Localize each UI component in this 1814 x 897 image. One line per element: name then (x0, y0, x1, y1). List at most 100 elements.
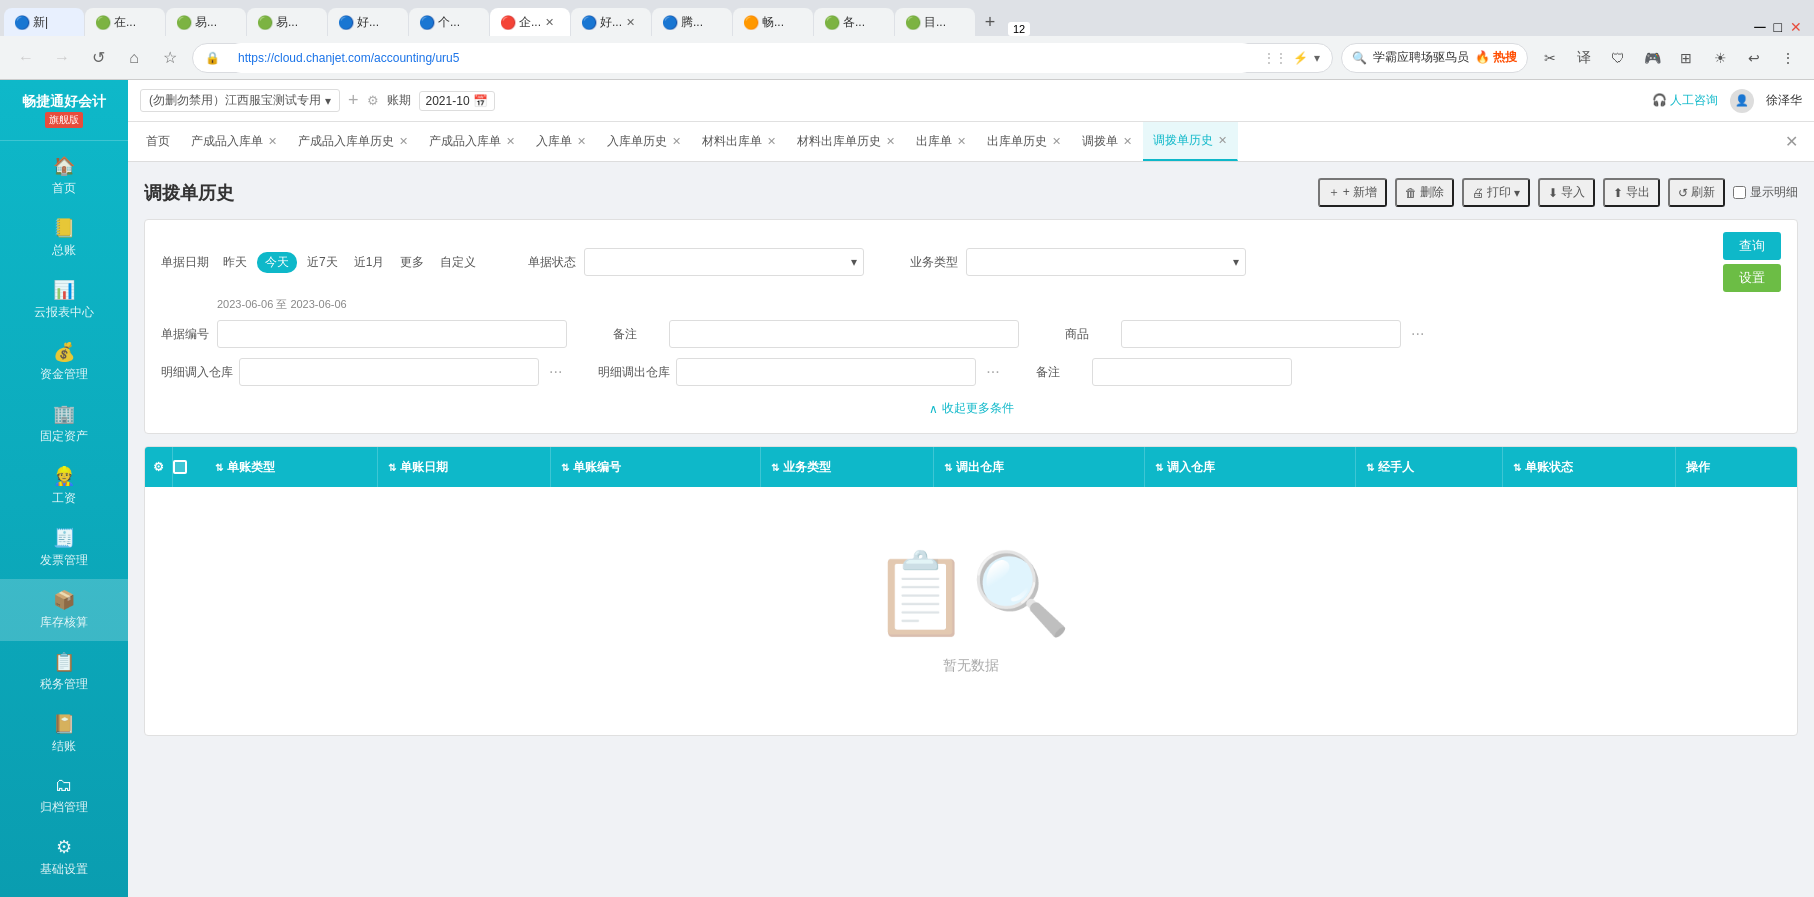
browser-tab-9[interactable]: 🔵 腾... (652, 8, 732, 36)
new-btn[interactable]: ＋ + 新增 (1318, 178, 1387, 207)
forward-btn[interactable]: → (48, 44, 76, 72)
th-bill-type[interactable]: ⇅ 单账类型 (205, 447, 378, 487)
page-tab-product-in2[interactable]: 产成品入库单 ✕ (419, 122, 526, 161)
maximize-btn[interactable]: □ (1774, 19, 1782, 35)
minimize-btn[interactable]: ─ (1754, 18, 1765, 36)
page-tab-transfer[interactable]: 调拨单 ✕ (1072, 122, 1143, 161)
close-btn[interactable]: ✕ (1790, 19, 1802, 35)
tab-close-stock-in[interactable]: ✕ (577, 135, 586, 148)
browser-tab-6[interactable]: 🔵 个... (409, 8, 489, 36)
tab-close-transfer[interactable]: ✕ (1123, 135, 1132, 148)
search-bar[interactable]: 🔍 学霸应聘场驱鸟员 🔥 热搜 (1341, 43, 1528, 73)
goods-more-icon[interactable]: ··· (1411, 325, 1424, 343)
tabs-close-all-btn[interactable]: ✕ (1777, 132, 1806, 151)
sidebar-item-invoice[interactable]: 🧾 发票管理 (0, 517, 128, 579)
import-btn[interactable]: ⬇ 导入 (1538, 178, 1595, 207)
browser-tab-5[interactable]: 🔵 好... (328, 8, 408, 36)
date-btn-yesterday[interactable]: 昨天 (217, 252, 253, 273)
dropdown-arrow[interactable]: ▾ (1314, 51, 1320, 65)
translate-icon[interactable]: 译 (1570, 44, 1598, 72)
goods-input[interactable] (1121, 320, 1401, 348)
delete-btn[interactable]: 🗑 删除 (1395, 178, 1454, 207)
browser-tab-1[interactable]: 🔵 新| (4, 8, 84, 36)
page-tab-stock-in-hist[interactable]: 入库单历史 ✕ (597, 122, 692, 161)
page-tab-product-in-hist[interactable]: 产成品入库单历史 ✕ (288, 122, 419, 161)
address-input[interactable] (226, 43, 1257, 73)
grid-icon[interactable]: ⊞ (1672, 44, 1700, 72)
sidebar-item-ledger[interactable]: 📒 总账 (0, 207, 128, 269)
select-all-checkbox[interactable] (173, 460, 187, 474)
print-btn[interactable]: 🖨 打印 ▾ (1462, 178, 1530, 207)
date-btn-7days[interactable]: 近7天 (301, 252, 344, 273)
browser-tab-11[interactable]: 🟢 各... (814, 8, 894, 36)
tab-close-stock-in-hist[interactable]: ✕ (672, 135, 681, 148)
th-handler[interactable]: ⇅ 经手人 (1356, 447, 1503, 487)
in-warehouse-input[interactable] (239, 358, 539, 386)
page-tab-out-hist[interactable]: 出库单历史 ✕ (977, 122, 1072, 161)
sidebar-item-tax[interactable]: 📋 税务管理 (0, 641, 128, 703)
sidebar-item-archive[interactable]: 🗂 归档管理 (0, 765, 128, 826)
reload-btn[interactable]: ↺ (84, 44, 112, 72)
shield-icon[interactable]: 🛡 (1604, 44, 1632, 72)
new-tab-button[interactable]: + (976, 8, 1004, 36)
tab-close-material-out[interactable]: ✕ (767, 135, 776, 148)
browser-tab-2[interactable]: 🟢 在... (85, 8, 165, 36)
tab-close-product-in-hist[interactable]: ✕ (399, 135, 408, 148)
settings-cog-icon[interactable]: ⚙ (367, 93, 379, 108)
tab-close-material-out-hist[interactable]: ✕ (886, 135, 895, 148)
bill-no-input[interactable] (217, 320, 567, 348)
th-settings[interactable]: ⚙ (145, 447, 173, 487)
home-btn[interactable]: ⌂ (120, 44, 148, 72)
sidebar-item-assets[interactable]: 🏢 固定资产 (0, 393, 128, 455)
game-icon[interactable]: 🎮 (1638, 44, 1666, 72)
tab-close-out-hist[interactable]: ✕ (1052, 135, 1061, 148)
in-warehouse-more-icon[interactable]: ··· (549, 363, 562, 381)
export-btn[interactable]: ⬆ 导出 (1603, 178, 1660, 207)
company-selector[interactable]: (勿删勿禁用）江西服宝测试专用 ▾ (140, 89, 340, 112)
sidebar-item-funds[interactable]: 💰 资金管理 (0, 331, 128, 393)
show-cols-checkbox[interactable] (1733, 186, 1746, 199)
sidebar-item-reports[interactable]: 📊 云报表中心 (0, 269, 128, 331)
tab-close-out[interactable]: ✕ (957, 135, 966, 148)
browser-tab-12[interactable]: 🟢 目... (895, 8, 975, 36)
th-bill-status[interactable]: ⇅ 单账状态 (1503, 447, 1676, 487)
sidebar-item-payroll[interactable]: 👷 工资 (0, 455, 128, 517)
browser-tab-7[interactable]: 🔴 企... ✕ (490, 8, 570, 36)
tab-close-transfer-hist[interactable]: ✕ (1218, 134, 1227, 147)
type-select[interactable]: ▾ (966, 248, 1246, 276)
page-tab-material-out[interactable]: 材料出库单 ✕ (692, 122, 787, 161)
th-out-warehouse[interactable]: ⇅ 调出仓库 (934, 447, 1145, 487)
bookmark-btn[interactable]: ☆ (156, 44, 184, 72)
th-bill-date[interactable]: ⇅ 单账日期 (378, 447, 551, 487)
out-warehouse-more-icon[interactable]: ··· (986, 363, 999, 381)
remark-input[interactable] (669, 320, 1019, 348)
page-tab-product-in[interactable]: 产成品入库单 ✕ (181, 122, 288, 161)
theme-icon[interactable]: ☀ (1706, 44, 1734, 72)
browser-tab-10[interactable]: 🟠 畅... (733, 8, 813, 36)
page-tab-out[interactable]: 出库单 ✕ (906, 122, 977, 161)
page-tab-home[interactable]: 首页 (136, 122, 181, 161)
collapse-btn[interactable]: ∧ 收起更多条件 (161, 396, 1781, 421)
tab-close-8[interactable]: ✕ (626, 16, 635, 29)
date-btn-today[interactable]: 今天 (257, 252, 297, 273)
sidebar-item-inventory[interactable]: 📦 库存核算 (0, 579, 128, 641)
date-btn-custom[interactable]: 自定义 (434, 252, 482, 273)
browser-tab-4[interactable]: 🟢 易... (247, 8, 327, 36)
sidebar-item-home[interactable]: 🏠 首页 (0, 145, 128, 207)
query-btn[interactable]: 查询 (1723, 232, 1781, 260)
tab-close-7[interactable]: ✕ (545, 16, 554, 29)
cut-icon[interactable]: ✂ (1536, 44, 1564, 72)
sidebar-item-settings[interactable]: ⚙ 基础设置 (0, 826, 128, 888)
browser-tab-8[interactable]: 🔵 好... ✕ (571, 8, 651, 36)
back-btn[interactable]: ← (12, 44, 40, 72)
service-btn[interactable]: 🎧 人工咨询 (1652, 92, 1718, 109)
th-bill-no[interactable]: ⇅ 单账编号 (551, 447, 762, 487)
undo-icon[interactable]: ↩ (1740, 44, 1768, 72)
period-value[interactable]: 2021-10 📅 (419, 91, 495, 111)
refresh-btn[interactable]: ↺ 刷新 (1668, 178, 1725, 207)
date-btn-1month[interactable]: 近1月 (348, 252, 391, 273)
th-checkbox[interactable] (173, 460, 205, 474)
add-company-btn[interactable]: + (348, 90, 359, 111)
setting-btn[interactable]: 设置 (1723, 264, 1781, 292)
th-biz-type[interactable]: ⇅ 业务类型 (761, 447, 934, 487)
